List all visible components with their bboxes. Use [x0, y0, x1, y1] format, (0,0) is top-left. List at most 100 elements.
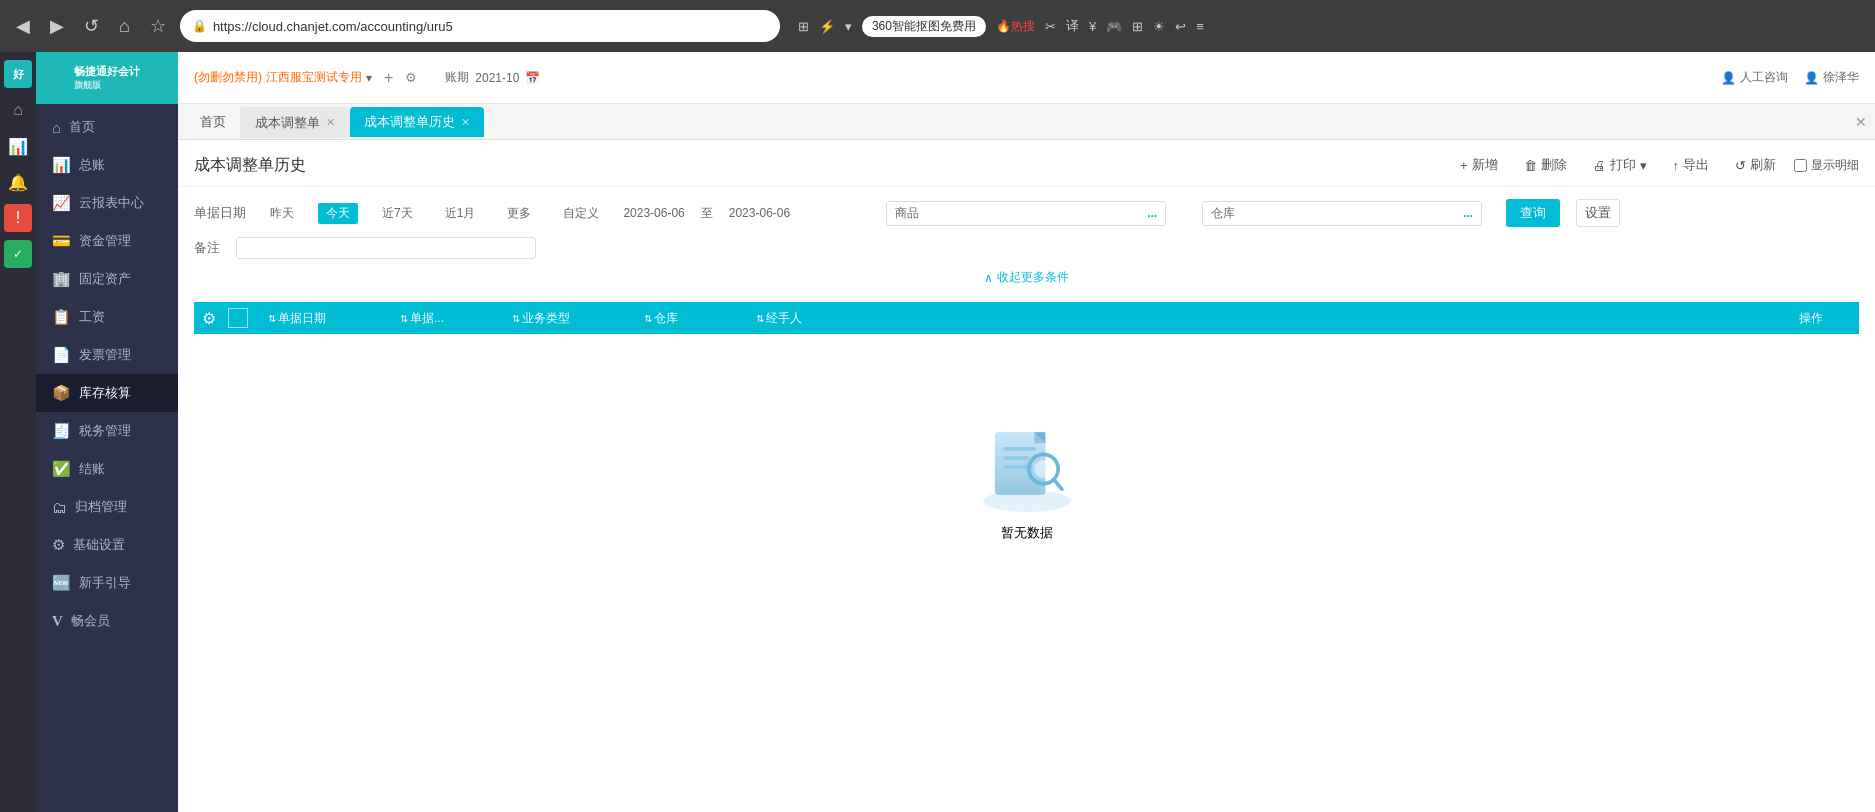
company-name: 江西服宝测试专用 — [266, 69, 362, 86]
browser-tools: ⊞ ⚡ ▾ 360智能抠图免费用 🔥热搜 ✂ 译 ¥ 🎮 ⊞ ☀ ↩ ≡ — [798, 16, 1204, 37]
user-info[interactable]: 👤 徐泽华 — [1804, 69, 1859, 86]
col-header-biz-type[interactable]: ⇅ 业务类型 — [504, 310, 624, 327]
warehouse-filter[interactable]: 仓库 ... — [1202, 201, 1482, 226]
sidebar-item-fixed-assets[interactable]: 🏢 固定资产 — [36, 260, 178, 298]
sidebar-item-closing[interactable]: ✅ 结账 — [36, 450, 178, 488]
search-box[interactable]: 360智能抠图免费用 — [862, 16, 986, 37]
print-button[interactable]: 🖨 打印 ▾ — [1585, 152, 1655, 178]
select-all-checkbox[interactable] — [228, 308, 248, 328]
collapse-label: 收起更多条件 — [997, 269, 1069, 286]
sidebar-item-salary[interactable]: 📋 工资 — [36, 298, 178, 336]
star-button[interactable]: ☆ — [144, 11, 172, 41]
quick-check[interactable]: ✓ — [4, 240, 32, 268]
company-selector[interactable]: (勿删勿禁用) 江西服宝测试专用 ▾ — [194, 69, 372, 86]
quick-logo[interactable]: 好 — [4, 60, 32, 88]
new-button[interactable]: + 新增 — [1452, 152, 1506, 178]
tab-cost-adjust-history[interactable]: 成本调整单历史 ✕ — [350, 107, 484, 137]
refresh-icon: ↺ — [1735, 158, 1746, 173]
back-button[interactable]: ◀ — [10, 11, 36, 41]
grid-icon[interactable]: ⊞ — [798, 19, 809, 34]
sidebar-item-archive[interactable]: 🗂 归档管理 — [36, 488, 178, 526]
tab-cost-adjust-close[interactable]: ✕ — [326, 116, 335, 129]
forward-button[interactable]: ▶ — [44, 11, 70, 41]
sidebar-label-salary: 工资 — [79, 308, 105, 326]
quick-alert[interactable]: 🔔 — [4, 168, 32, 196]
yesterday-btn[interactable]: 昨天 — [262, 203, 302, 224]
col-header-handler[interactable]: ⇅ 经手人 — [748, 310, 848, 327]
invoice-icon: 📄 — [52, 346, 71, 364]
sidebar-item-invoice[interactable]: 📄 发票管理 — [36, 336, 178, 374]
guide-icon: 🆕 — [52, 574, 71, 592]
goods-filter[interactable]: 商品 ... — [886, 201, 1166, 226]
empty-text: 暂无数据 — [1001, 524, 1053, 542]
last-month-btn[interactable]: 近1月 — [437, 203, 484, 224]
date-separator: 至 — [701, 205, 713, 222]
sun-icon[interactable]: ☀ — [1153, 19, 1165, 34]
secure-icon: 🔒 — [192, 19, 207, 33]
col-header-warehouse[interactable]: ⇅ 仓库 — [636, 310, 736, 327]
apps-icon[interactable]: ⊞ — [1132, 19, 1143, 34]
scissors-icon[interactable]: ✂ — [1045, 19, 1056, 34]
export-button[interactable]: ↑ 导出 — [1665, 152, 1718, 178]
sidebar-item-inventory[interactable]: 📦 库存核算 — [36, 374, 178, 412]
today-btn[interactable]: 今天 — [318, 203, 358, 224]
sidebar-item-ledger[interactable]: 📊 总账 — [36, 146, 178, 184]
sidebar-item-vip[interactable]: V 畅会员 — [36, 602, 178, 640]
table-gear-icon[interactable]: ⚙ — [202, 309, 216, 328]
print-dropdown-icon[interactable]: ▾ — [1640, 158, 1647, 173]
page-actions: + 新增 🗑 删除 🖨 打印 ▾ ↑ 导出 — [1452, 152, 1859, 178]
col-header-date[interactable]: ⇅ 单据日期 — [260, 310, 380, 327]
url-bar[interactable]: 🔒 https://cloud.chanjet.com/accounting/u… — [180, 10, 780, 42]
dropdown-icon[interactable]: ▾ — [845, 19, 852, 34]
col-handler-label: 经手人 — [766, 310, 802, 327]
tab-cost-adjust[interactable]: 成本调整单 ✕ — [240, 107, 350, 138]
period-info: 账期 2021-10 📅 — [445, 69, 540, 86]
add-tab-button[interactable]: + — [384, 69, 393, 87]
quick-chart[interactable]: 📊 — [4, 132, 32, 160]
quick-home[interactable]: ⌂ — [4, 96, 32, 124]
collapse-button[interactable]: ∧ 收起更多条件 — [984, 269, 1069, 286]
window-close-btn[interactable]: ✕ — [1855, 114, 1867, 130]
custom-btn[interactable]: 自定义 — [555, 203, 607, 224]
menu-icon[interactable]: ≡ — [1196, 19, 1204, 34]
calendar-icon[interactable]: 📅 — [525, 71, 540, 85]
show-cols-checkbox[interactable] — [1794, 159, 1807, 172]
last7-btn[interactable]: 近7天 — [374, 203, 421, 224]
undo-icon[interactable]: ↩ — [1175, 19, 1186, 34]
delete-button[interactable]: 🗑 删除 — [1516, 152, 1575, 178]
tab-home-label: 首页 — [200, 113, 226, 131]
lightning-icon[interactable]: ⚡ — [819, 19, 835, 34]
sidebar-item-home[interactable]: ⌂ 首页 — [36, 108, 178, 146]
sidebar-item-tax[interactable]: 🧾 税务管理 — [36, 412, 178, 450]
sidebar-label-fixed-assets: 固定资产 — [79, 270, 131, 288]
translate-icon[interactable]: 译 — [1066, 17, 1079, 35]
query-button[interactable]: 查询 — [1506, 199, 1560, 227]
url-text: https://cloud.chanjet.com/accounting/uru… — [213, 19, 453, 34]
coin-icon[interactable]: ¥ — [1089, 19, 1096, 34]
sidebar-item-guide[interactable]: 🆕 新手引导 — [36, 564, 178, 602]
goods-dots[interactable]: ... — [1147, 206, 1157, 220]
tab-history-close[interactable]: ✕ — [461, 116, 470, 129]
more-btn[interactable]: 更多 — [499, 203, 539, 224]
tab-home[interactable]: 首页 — [186, 107, 240, 137]
quick-notification[interactable]: ! — [4, 204, 32, 232]
page-title: 成本调整单历史 — [194, 155, 306, 176]
col-header-number[interactable]: ⇅ 单据... — [392, 310, 492, 327]
sidebar-item-funds[interactable]: 💳 资金管理 — [36, 222, 178, 260]
period-label: 账期 — [445, 69, 469, 86]
company-dropdown-icon[interactable]: ▾ — [366, 71, 372, 85]
refresh-button[interactable]: ↺ 刷新 — [1727, 152, 1784, 178]
settings-filter-button[interactable]: 设置 — [1576, 199, 1620, 227]
warehouse-label: 仓库 — [1211, 205, 1235, 222]
game-icon[interactable]: 🎮 — [1106, 19, 1122, 34]
warehouse-dots[interactable]: ... — [1463, 206, 1473, 220]
show-cols-checkbox-group[interactable]: 显示明细 — [1794, 157, 1859, 174]
home-button[interactable]: ⌂ — [113, 12, 136, 41]
refresh-button[interactable]: ↺ — [78, 11, 105, 41]
print-icon: 🖨 — [1593, 158, 1606, 173]
sidebar-item-reports[interactable]: 📈 云报表中心 — [36, 184, 178, 222]
header-settings-icon[interactable]: ⚙ — [405, 70, 417, 85]
remark-input[interactable] — [236, 237, 536, 259]
consultant-button[interactable]: 👤 人工咨询 — [1721, 69, 1788, 86]
sidebar-item-settings[interactable]: ⚙ 基础设置 — [36, 526, 178, 564]
